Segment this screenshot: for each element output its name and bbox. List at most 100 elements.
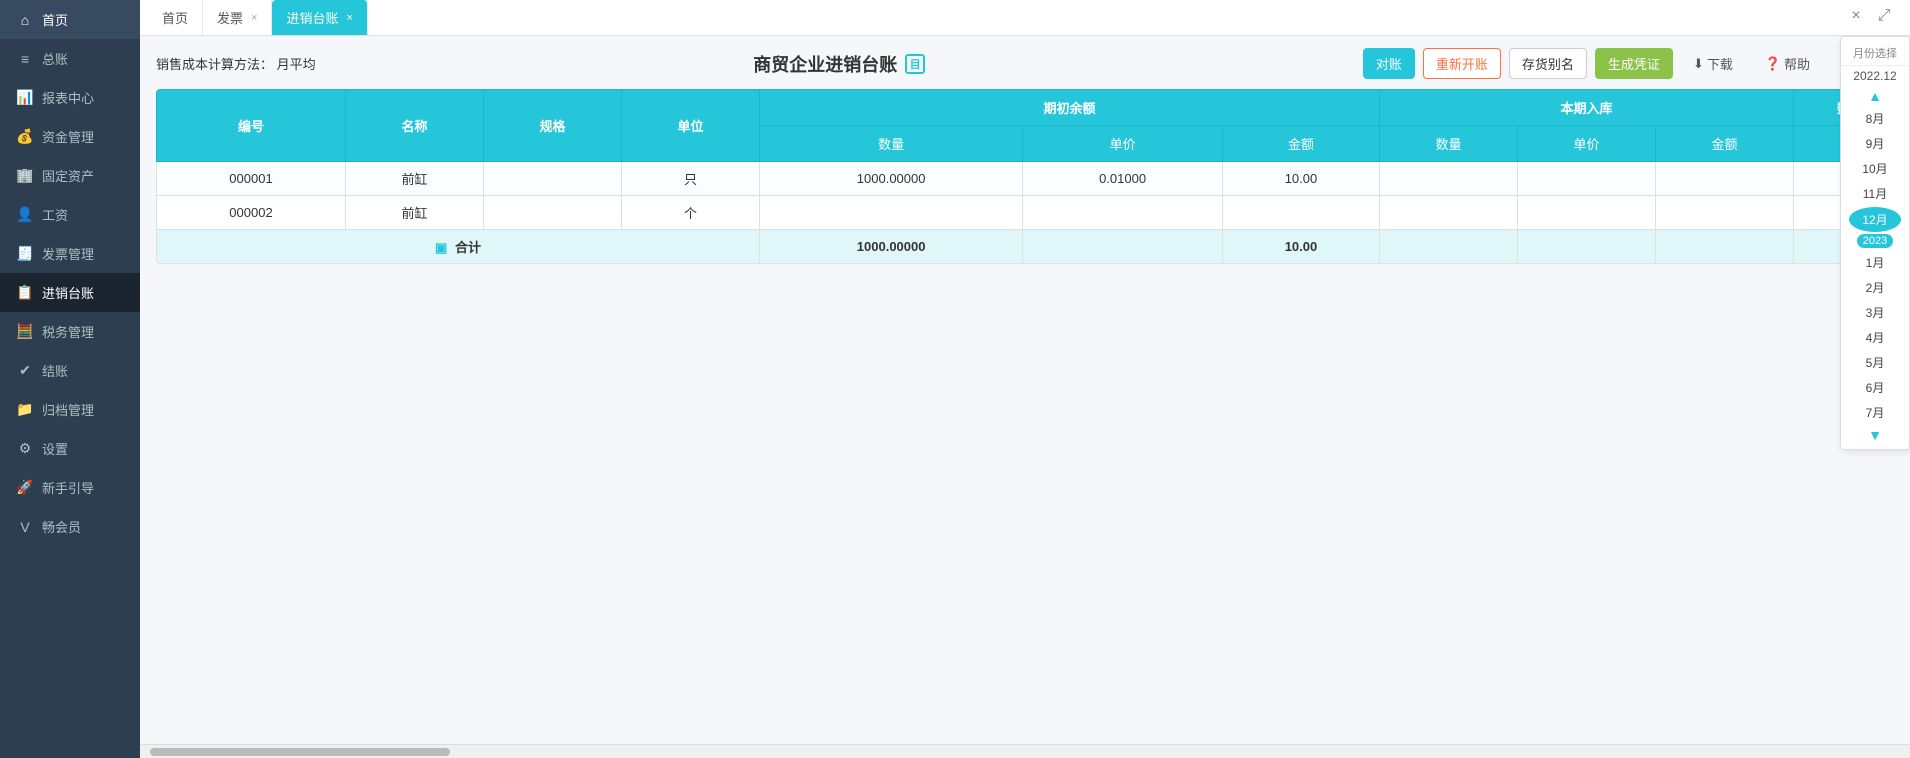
month-item-10[interactable]: 10月 [1841,156,1909,181]
sidebar-label-invoice-mgr: 发票管理 [42,244,94,263]
vip-icon: V [16,519,34,535]
content-area: 销售成本计算方法： 月平均 商贸企业进销台账 目 对账 重新开账 存货别名 生成… [140,36,1910,744]
help-button[interactable]: ❓ 帮助 [1753,49,1822,78]
sidebar-item-purchase-sales[interactable]: 📋 进销台账 [0,273,140,312]
month-item-5[interactable]: 5月 [1841,350,1909,375]
cell-unit: 只 [622,162,760,196]
download-button[interactable]: ⬇ 下载 [1681,49,1745,78]
month-item-7[interactable]: 7月 [1841,400,1909,425]
cell-name: 前缸 [346,162,484,196]
tax-icon: 🧮 [16,323,34,340]
top-bar: 销售成本计算方法： 月平均 商贸企业进销台账 目 对账 重新开账 存货别名 生成… [156,48,1894,79]
total-init-price [1023,230,1223,264]
cell-unit: 个 [622,196,760,230]
tab-home[interactable]: 首页 [148,0,203,35]
page-title-icon[interactable]: 目 [905,54,925,74]
sidebar-item-funds[interactable]: 💰 资金管理 [0,117,140,156]
total-icon: ▣ [435,240,447,255]
cell-in-price [1518,196,1656,230]
sidebar-item-ledger[interactable]: ≡ 总账 [0,39,140,78]
sidebar-item-assets[interactable]: 🏢 固定资产 [0,156,140,195]
save-alias-button[interactable]: 存货别名 [1509,48,1587,79]
month-item-4[interactable]: 4月 [1841,325,1909,350]
tab-bar: 首页 发票 × 进销台账 × × ⤢ [140,0,1910,36]
tab-purchase-sales-close[interactable]: × [346,12,352,24]
scroll-thumb[interactable] [150,748,450,756]
cell-name: 前缸 [346,196,484,230]
sidebar-item-reports[interactable]: 📊 报表中心 [0,78,140,117]
cell-in-qty [1380,196,1518,230]
col-name-header: 名称 [346,90,484,162]
sidebar-label-archive: 归档管理 [42,400,94,419]
col-in-amount-header: 金额 [1656,126,1794,162]
month-item-9[interactable]: 9月 [1841,131,1909,156]
reconcile-button[interactable]: 对账 [1363,48,1415,79]
month-item-2[interactable]: 2月 [1841,275,1909,300]
col-init-amount-header: 金额 [1222,126,1379,162]
tab-invoice-close[interactable]: × [251,12,257,24]
sidebar: ⌂ 首页 ≡ 总账 📊 报表中心 💰 资金管理 🏢 固定资产 👤 工资 🧾 发票… [0,0,140,758]
sidebar-item-archive[interactable]: 📁 归档管理 [0,390,140,429]
total-init-amount: 10.00 [1222,230,1379,264]
sidebar-item-vip[interactable]: V 畅会员 [0,507,140,546]
tab-home-label: 首页 [162,8,188,27]
reports-icon: 📊 [16,89,34,106]
col-spec-header: 规格 [484,90,622,162]
month-item-12[interactable]: 12月 [1849,207,1901,232]
closing-icon: ✔ [16,362,34,379]
reopen-button[interactable]: 重新开账 [1423,48,1501,79]
cell-init-qty: 1000.00000 [760,162,1023,196]
total-in-price [1518,230,1656,264]
table-row: 000001 前缸 只 1000.00000 0.01000 10.00 [157,162,1894,196]
cell-in-amount [1656,196,1794,230]
tab-purchase-sales[interactable]: 进销台账 × [272,0,367,35]
month-item-6[interactable]: 6月 [1841,375,1909,400]
total-in-qty [1380,230,1518,264]
assets-icon: 🏢 [16,167,34,184]
col-in-price-header: 单价 [1518,126,1656,162]
sidebar-label-purchase-sales: 进销台账 [42,283,94,302]
month-item-8[interactable]: 8月 [1841,106,1909,131]
cell-number: 000002 [157,196,346,230]
month-item-11[interactable]: 11月 [1841,181,1909,206]
cell-spec [484,196,622,230]
month-picker-up-button[interactable]: ▲ [1864,88,1886,104]
purchase-sales-icon: 📋 [16,284,34,301]
sidebar-item-settings[interactable]: ⚙ 设置 [0,429,140,468]
horizontal-scrollbar[interactable] [140,744,1910,758]
main-table: 编号 名称 规格 单位 期初余额 本期入库 数 数量 单价 金额 数量 单价 [156,89,1894,264]
cost-method-label: 销售成本计算方法： [156,57,273,72]
col-init-price-header: 单价 [1023,126,1223,162]
page-title: 商贸企业进销台账 [753,51,897,77]
sidebar-label-tax: 税务管理 [42,322,94,341]
sidebar-item-invoice-mgr[interactable]: 🧾 发票管理 [0,234,140,273]
window-maximize-button[interactable]: ⤢ [1874,6,1894,26]
download-icon: ⬇ [1693,56,1704,72]
cell-in-amount [1656,162,1794,196]
sidebar-item-salary[interactable]: 👤 工资 [0,195,140,234]
col-number-header: 编号 [157,90,346,162]
window-close-button[interactable]: × [1846,6,1866,26]
generate-button[interactable]: 生成凭证 [1595,48,1673,79]
month-picker-title: 月份选择 [1841,41,1909,66]
table-row: 000002 前缸 个 [157,196,1894,230]
month-picker-down-button[interactable]: ▼ [1864,427,1886,443]
sidebar-label-guide: 新手引导 [42,478,94,497]
month-picker-nav-up: ▲ [1841,86,1909,106]
sidebar-item-guide[interactable]: 🚀 新手引导 [0,468,140,507]
sidebar-item-home[interactable]: ⌂ 首页 [0,0,140,39]
col-init-qty-header: 数量 [760,126,1023,162]
sidebar-item-tax[interactable]: 🧮 税务管理 [0,312,140,351]
sidebar-item-closing[interactable]: ✔ 结账 [0,351,140,390]
tab-invoice[interactable]: 发票 × [203,0,272,35]
col-initial-balance-header: 期初余额 [760,90,1380,126]
month-item-3[interactable]: 3月 [1841,300,1909,325]
month-item-1[interactable]: 1月 [1841,250,1909,275]
main-area: 首页 发票 × 进销台账 × × ⤢ 销售成本计算方法： 月平均 商贸企业进销台… [140,0,1910,758]
cost-method: 销售成本计算方法： 月平均 [156,54,316,73]
invoice-mgr-icon: 🧾 [16,245,34,262]
action-buttons: 对账 重新开账 存货别名 生成凭证 ⬇ 下载 ❓ 帮助 ↻ 刷新 [1363,48,1894,79]
table-wrap: 编号 名称 规格 单位 期初余额 本期入库 数 数量 单价 金额 数量 单价 [156,89,1894,264]
month-picker: 月份选择 2022.12 ▲ 8月 9月 10月 11月 12月 2023 1月… [1840,36,1910,450]
cell-init-amount: 10.00 [1222,162,1379,196]
